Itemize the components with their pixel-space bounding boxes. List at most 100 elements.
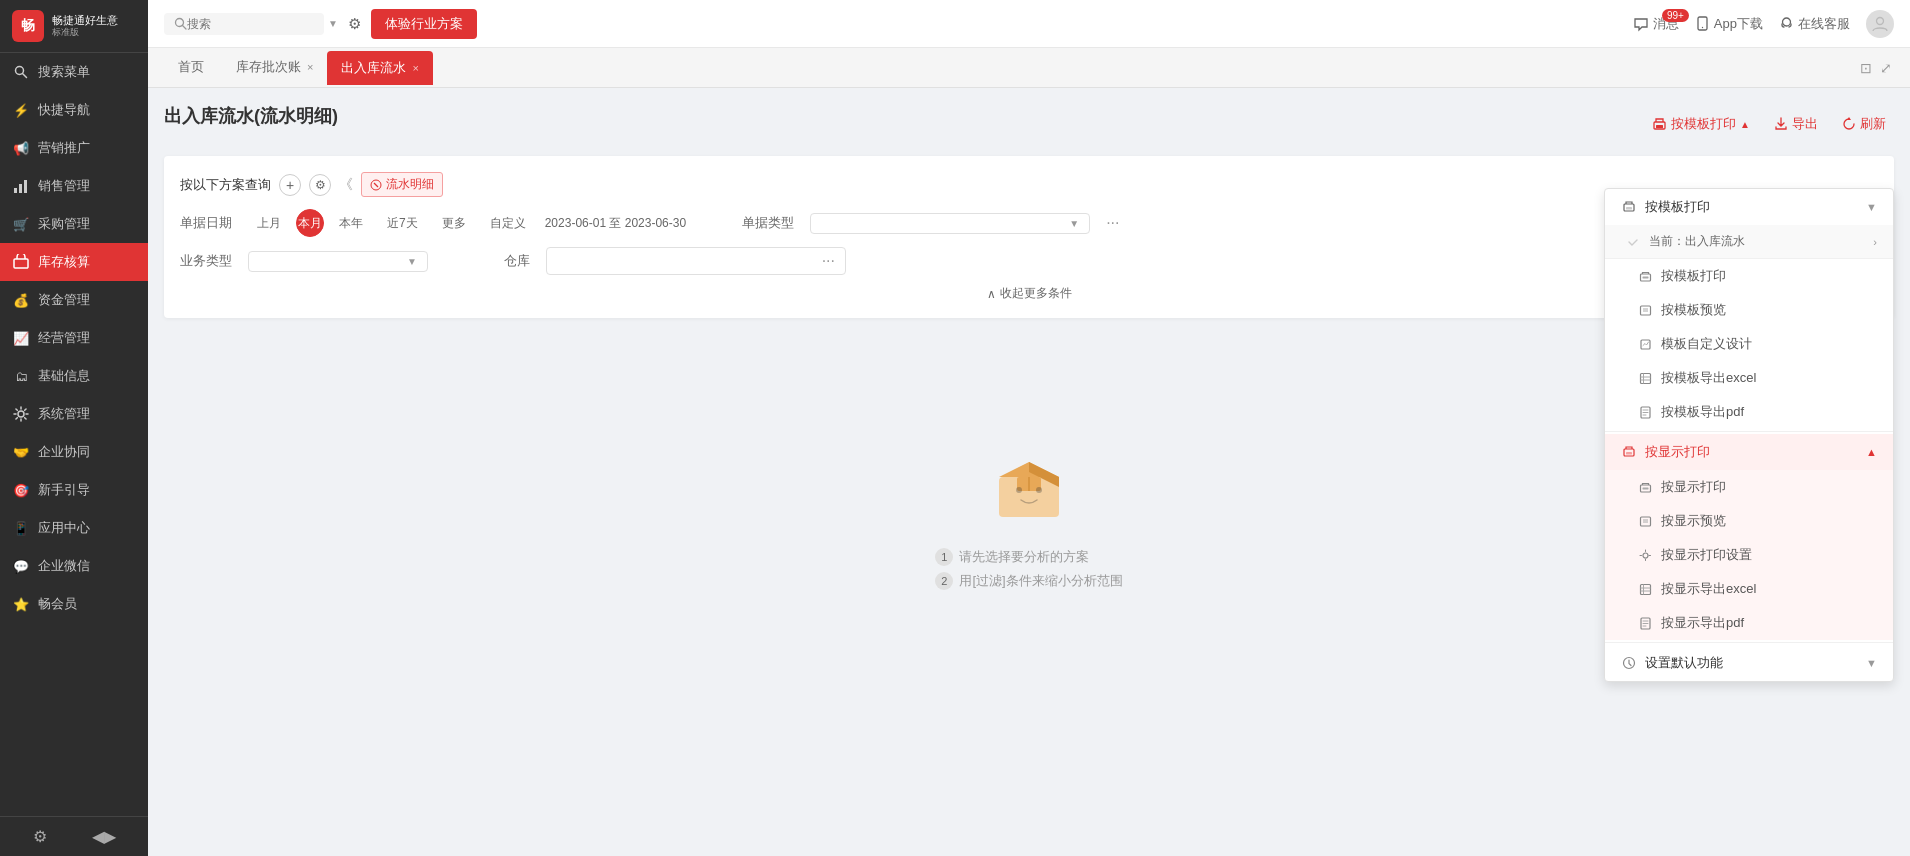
search-dropdown-arrow[interactable]: ▼: [328, 18, 338, 29]
sidebar-item-operations[interactable]: 📈 经营管理: [0, 319, 148, 357]
tab-bar: 首页 库存批次账 × 出入库流水 × ⊡ ⤢: [148, 48, 1910, 88]
print-dropdown-arrow[interactable]: ▲: [1740, 119, 1750, 130]
tab-window-controls: ⊡ ⤢: [1858, 58, 1894, 78]
svg-line-16: [374, 183, 378, 187]
tab-home[interactable]: 首页: [164, 50, 218, 86]
print-btn[interactable]: 按模板打印 ▲: [1644, 111, 1758, 137]
svg-point-12: [1877, 17, 1884, 24]
dropdown-template-custom[interactable]: 模板自定义设计: [1605, 327, 1893, 361]
dropdown-template-preview[interactable]: 按模板预览: [1605, 293, 1893, 327]
tab-close-inventory-batch[interactable]: ×: [307, 61, 313, 73]
settings-icon[interactable]: ⚙: [33, 827, 47, 846]
set-default-chevron: ▼: [1866, 657, 1877, 669]
filter-add-btn[interactable]: +: [279, 174, 301, 196]
logo-icon: 畅: [12, 10, 44, 42]
svg-line-8: [183, 26, 187, 30]
sidebar-item-beginner[interactable]: 🎯 新手引导: [0, 471, 148, 509]
sidebar-item-purchase[interactable]: 🛒 采购管理: [0, 205, 148, 243]
separator-2: [1605, 642, 1893, 643]
sidebar-item-quick-nav[interactable]: ⚡ 快捷导航: [0, 91, 148, 129]
sidebar-item-vip[interactable]: ⭐ 畅会员: [0, 585, 148, 623]
tab-inventory-batch[interactable]: 库存批次账 ×: [222, 50, 327, 86]
dropdown-template-print[interactable]: 按模板打印: [1605, 259, 1893, 293]
svg-point-22: [1016, 487, 1022, 493]
date-last-month[interactable]: 上月: [248, 212, 290, 235]
dropdown-display-preview[interactable]: 按显示预览: [1605, 504, 1893, 538]
sidebar-item-cooperation[interactable]: 🤝 企业协同: [0, 433, 148, 471]
date-this-month[interactable]: 本月: [296, 209, 324, 237]
svg-point-11: [1783, 18, 1791, 26]
voucher-type-more[interactable]: ···: [1106, 214, 1119, 232]
search-input[interactable]: [187, 17, 287, 31]
tab-flow[interactable]: 出入库流水 ×: [327, 51, 432, 85]
voucher-type-select[interactable]: ▼: [810, 213, 1090, 234]
sidebar-label: 新手引导: [38, 481, 90, 499]
filter-tag-flow[interactable]: 流水明细: [361, 172, 443, 197]
dropdown-display-print-header[interactable]: 按显示打印 ▲: [1605, 434, 1893, 470]
page-title-actions: 按模板打印 ▲ 导出 刷新: [1644, 111, 1894, 137]
topbar: ▼ ⚙ 体验行业方案 消息 99+ App下载: [148, 0, 1910, 48]
display-pdf-icon: [1637, 615, 1653, 631]
dropdown-display-print-settings[interactable]: 按显示打印设置: [1605, 538, 1893, 572]
dropdown-display-export-excel[interactable]: 按显示导出excel: [1605, 572, 1893, 606]
message-btn[interactable]: 消息 99+: [1633, 15, 1679, 33]
dropdown-set-default[interactable]: 设置默认功能 ▼: [1605, 645, 1893, 681]
page-title-bar: 出入库流水(流水明细) 按模板打印 ▲ 导出: [164, 104, 1894, 144]
beginner-icon: 🎯: [12, 481, 30, 499]
sidebar-item-enterprise-wechat[interactable]: 💬 企业微信: [0, 547, 148, 585]
search-box[interactable]: [164, 13, 324, 35]
sidebar-label: 采购管理: [38, 215, 90, 233]
sidebar-item-inventory[interactable]: 库存核算: [0, 243, 148, 281]
sidebar-item-app-center[interactable]: 📱 应用中心: [0, 509, 148, 547]
sidebar-item-marketing[interactable]: 📢 营销推广: [0, 129, 148, 167]
filter-label: 按以下方案查询: [180, 176, 271, 194]
sidebar-item-search-menu[interactable]: 搜索菜单: [0, 53, 148, 91]
business-type-select[interactable]: ▼: [248, 251, 428, 272]
sidebar-item-finance[interactable]: 💰 资金管理: [0, 281, 148, 319]
sidebar-label: 畅会员: [38, 595, 77, 613]
export-btn[interactable]: 导出: [1766, 111, 1826, 137]
print-section-icon: [1621, 199, 1637, 215]
sidebar-item-system[interactable]: 系统管理: [0, 395, 148, 433]
separator: [1605, 431, 1893, 432]
date-custom[interactable]: 自定义: [481, 212, 535, 235]
system-icon: [12, 405, 30, 423]
collapse-btn[interactable]: ∧ 收起更多条件: [987, 285, 1072, 302]
fold-icon[interactable]: ◀▶: [92, 827, 116, 846]
refresh-btn[interactable]: 刷新: [1834, 111, 1894, 137]
tip-1: 1 请先选择要分析的方案: [935, 548, 1122, 566]
user-avatar[interactable]: [1866, 10, 1894, 38]
search-menu-icon: [12, 63, 30, 81]
business-select-arrow: ▼: [407, 256, 417, 267]
app-download-btn[interactable]: App下载: [1695, 15, 1763, 33]
svg-rect-38: [1626, 452, 1632, 455]
svg-rect-14: [1656, 125, 1663, 128]
svg-rect-32: [1640, 373, 1650, 383]
dropdown-template-print-header[interactable]: 按模板打印 ▼: [1605, 189, 1893, 225]
svg-rect-2: [14, 188, 17, 193]
page-title: 出入库流水(流水明细): [164, 104, 338, 128]
tab-fullscreen-icon[interactable]: ⤢: [1878, 58, 1894, 78]
dropdown-template-export-excel[interactable]: 按模板导出excel: [1605, 361, 1893, 395]
dropdown-current-template[interactable]: 当前：出入库流水 ›: [1605, 225, 1893, 259]
warehouse-select[interactable]: ···: [546, 247, 846, 275]
tab-close-flow[interactable]: ×: [412, 62, 418, 74]
date-last-7[interactable]: 近7天: [378, 212, 427, 235]
trial-btn[interactable]: 体验行业方案: [371, 9, 477, 39]
sidebar-item-basics[interactable]: 🗂 基础信息: [0, 357, 148, 395]
dropdown-display-export-pdf[interactable]: 按显示导出pdf: [1605, 606, 1893, 640]
page-content-area: 出入库流水(流水明细) 按模板打印 ▲ 导出: [148, 88, 1910, 856]
filter-setting-btn[interactable]: ⚙: [309, 174, 331, 196]
online-service-btn[interactable]: 在线客服: [1779, 15, 1850, 33]
cooperation-icon: 🤝: [12, 443, 30, 461]
dropdown-template-export-pdf[interactable]: 按模板导出pdf: [1605, 395, 1893, 429]
dropdown-display-print[interactable]: 按显示打印: [1605, 470, 1893, 504]
filter-collapse-icon[interactable]: 《: [339, 176, 353, 194]
tab-restore-icon[interactable]: ⊡: [1858, 58, 1874, 78]
filter-tag-icon: [370, 179, 382, 191]
topbar-gear-icon[interactable]: ⚙: [348, 15, 361, 33]
date-more[interactable]: 更多: [433, 212, 475, 235]
sidebar-item-sales[interactable]: 销售管理: [0, 167, 148, 205]
warehouse-more[interactable]: ···: [822, 252, 835, 270]
date-this-year[interactable]: 本年: [330, 212, 372, 235]
